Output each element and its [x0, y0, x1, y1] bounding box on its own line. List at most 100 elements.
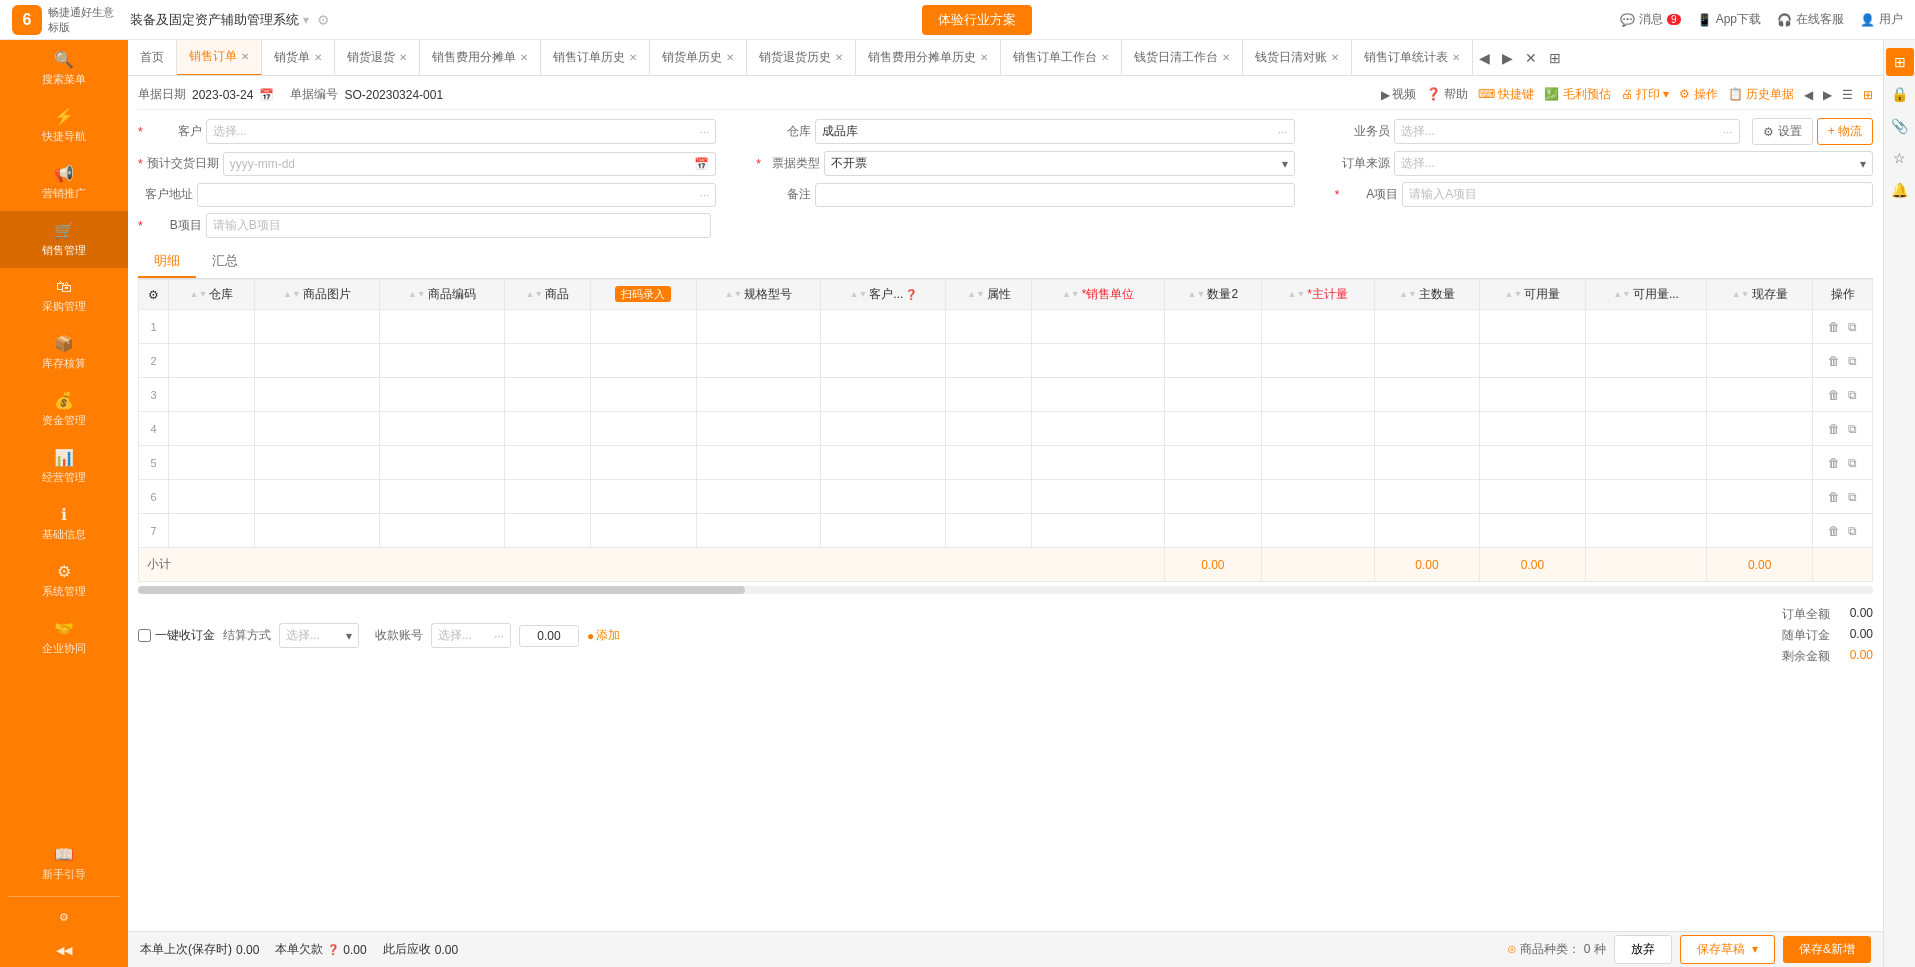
row6-spec[interactable] — [696, 480, 821, 514]
profit-preview-btn[interactable]: 💹 毛利预估 — [1544, 86, 1610, 103]
row4-warehouse[interactable] — [169, 412, 255, 446]
user-btn[interactable]: 👤 用户 — [1860, 11, 1903, 28]
tab-cash-reconcile[interactable]: 钱货日清对账 ✕ — [1243, 40, 1352, 76]
row7-sales-unit[interactable] — [1032, 514, 1165, 548]
row2-available[interactable] — [1480, 344, 1585, 378]
row6-warehouse[interactable] — [169, 480, 255, 514]
row4-delete-btn[interactable]: 🗑 — [1828, 422, 1840, 436]
row5-available[interactable] — [1480, 446, 1585, 480]
tab-summary[interactable]: 汇总 — [196, 246, 254, 278]
sidebar-item-inventory[interactable]: 📦 库存核算 — [0, 324, 128, 381]
row2-main-qty[interactable] — [1374, 344, 1479, 378]
save-draft-btn[interactable]: 保存草稿 ▾ — [1680, 935, 1775, 964]
delivery-calendar-icon[interactable]: 📅 — [694, 157, 709, 171]
sidebar-item-quick-nav[interactable]: ⚡ 快捷导航 — [0, 97, 128, 154]
tab-next-btn[interactable]: ▶ — [1496, 40, 1519, 76]
tab-order-history[interactable]: 销售订单历史 ✕ — [541, 40, 650, 76]
row7-spec[interactable] — [696, 514, 821, 548]
row5-qty2[interactable] — [1164, 446, 1261, 480]
row1-current-stock[interactable] — [1707, 310, 1813, 344]
row3-spec[interactable] — [696, 378, 821, 412]
tab-sales-order[interactable]: 销售订单 ✕ — [177, 40, 262, 76]
grid-view-btn[interactable]: ⊞ — [1863, 88, 1873, 102]
date-calendar-icon[interactable]: 📅 — [259, 88, 274, 102]
row7-delete-btn[interactable]: 🗑 — [1828, 524, 1840, 538]
row4-sales-unit[interactable] — [1032, 412, 1165, 446]
row3-main-qty[interactable] — [1374, 378, 1479, 412]
salesperson-dots-btn[interactable]: ··· — [1723, 125, 1733, 139]
row7-available2[interactable] — [1585, 514, 1707, 548]
row3-available[interactable] — [1480, 378, 1585, 412]
row2-product[interactable] — [504, 344, 590, 378]
tab-close-sales-order[interactable]: ✕ — [241, 51, 249, 62]
tab-close-order-history[interactable]: ✕ — [629, 52, 637, 63]
row7-main-unit[interactable] — [1261, 514, 1374, 548]
row1-available2[interactable] — [1585, 310, 1707, 344]
row7-qty2[interactable] — [1164, 514, 1261, 548]
app-download-btn[interactable]: 📱 App下载 — [1697, 11, 1761, 28]
row2-customer-code[interactable] — [821, 344, 946, 378]
tab-sales-return[interactable]: 销货退货 ✕ — [335, 40, 420, 76]
row4-available[interactable] — [1480, 412, 1585, 446]
prev-record-btn[interactable]: ◀ — [1804, 88, 1813, 102]
row1-main-qty[interactable] — [1374, 310, 1479, 344]
row7-product[interactable] — [504, 514, 590, 548]
sidebar-item-basic-info[interactable]: ℹ 基础信息 — [0, 495, 128, 552]
sidebar-item-marketing[interactable]: 📢 营销推广 — [0, 154, 128, 211]
tab-return-history[interactable]: 销货退货历史 ✕ — [747, 40, 856, 76]
right-sidebar-icon-2[interactable]: 🔒 — [1886, 80, 1914, 108]
sidebar-item-sales[interactable]: 🛒 销售管理 — [0, 211, 128, 268]
row5-scan[interactable] — [590, 446, 696, 480]
row6-code[interactable] — [379, 480, 504, 514]
customer-dots-btn[interactable]: ··· — [699, 125, 709, 139]
add-payment-btn[interactable]: ● 添加 — [587, 627, 620, 644]
row6-scan[interactable] — [590, 480, 696, 514]
row1-attribute[interactable] — [946, 310, 1032, 344]
row4-copy-btn[interactable]: ⧉ — [1848, 422, 1857, 436]
row3-scan[interactable] — [590, 378, 696, 412]
row5-warehouse[interactable] — [169, 446, 255, 480]
right-sidebar-icon-4[interactable]: ☆ — [1886, 144, 1914, 172]
sidebar-item-settings-bottom[interactable]: ⚙ — [0, 901, 128, 934]
right-sidebar-icon-5[interactable]: 🔔 — [1886, 176, 1914, 204]
row2-sales-unit[interactable] — [1032, 344, 1165, 378]
message-btn[interactable]: 💬 消息 9 — [1620, 11, 1681, 28]
row5-delete-btn[interactable]: 🗑 — [1828, 456, 1840, 470]
scan-input-btn[interactable]: 扫码录入 — [615, 286, 671, 302]
sidebar-item-search[interactable]: 🔍 搜索菜单 — [0, 40, 128, 97]
sidebar-item-system[interactable]: ⚙ 系统管理 — [0, 552, 128, 609]
row5-product[interactable] — [504, 446, 590, 480]
row6-copy-btn[interactable]: ⧉ — [1848, 490, 1857, 504]
row3-available2[interactable] — [1585, 378, 1707, 412]
row6-available[interactable] — [1480, 480, 1585, 514]
row1-sales-unit[interactable] — [1032, 310, 1165, 344]
tab-order-workbench[interactable]: 销售订单工作台 ✕ — [1001, 40, 1122, 76]
row1-product[interactable] — [504, 310, 590, 344]
row4-spec[interactable] — [696, 412, 821, 446]
row4-available2[interactable] — [1585, 412, 1707, 446]
tab-close-sales-stats[interactable]: ✕ — [1452, 52, 1460, 63]
row1-delete-btn[interactable]: 🗑 — [1828, 320, 1840, 334]
tab-close-fee-history[interactable]: ✕ — [980, 52, 988, 63]
tab-close-order-workbench[interactable]: ✕ — [1101, 52, 1109, 63]
row4-scan[interactable] — [590, 412, 696, 446]
row2-available2[interactable] — [1585, 344, 1707, 378]
row5-available2[interactable] — [1585, 446, 1707, 480]
highlight-btn[interactable]: 体验行业方案 — [922, 5, 1032, 35]
warehouse-value[interactable]: 成品库 — [822, 123, 858, 140]
row3-qty2[interactable] — [1164, 378, 1261, 412]
shortcut-btn[interactable]: ⌨ 快捷键 — [1478, 86, 1534, 103]
row1-copy-btn[interactable]: ⧉ — [1848, 320, 1857, 334]
row7-code[interactable] — [379, 514, 504, 548]
tab-detail[interactable]: 明细 — [138, 246, 196, 278]
a-project-input[interactable]: 请输入A项目 — [1409, 186, 1477, 203]
row7-image[interactable] — [254, 514, 379, 548]
row2-attribute[interactable] — [946, 344, 1032, 378]
row6-attribute[interactable] — [946, 480, 1032, 514]
tab-home[interactable]: 首页 — [128, 40, 177, 76]
order-source-input[interactable]: 选择... — [1401, 155, 1435, 172]
customer-address-dots-btn[interactable]: ··· — [699, 188, 709, 202]
row4-code[interactable] — [379, 412, 504, 446]
row1-spec[interactable] — [696, 310, 821, 344]
add-material-btn[interactable]: + 物流 — [1817, 118, 1873, 145]
